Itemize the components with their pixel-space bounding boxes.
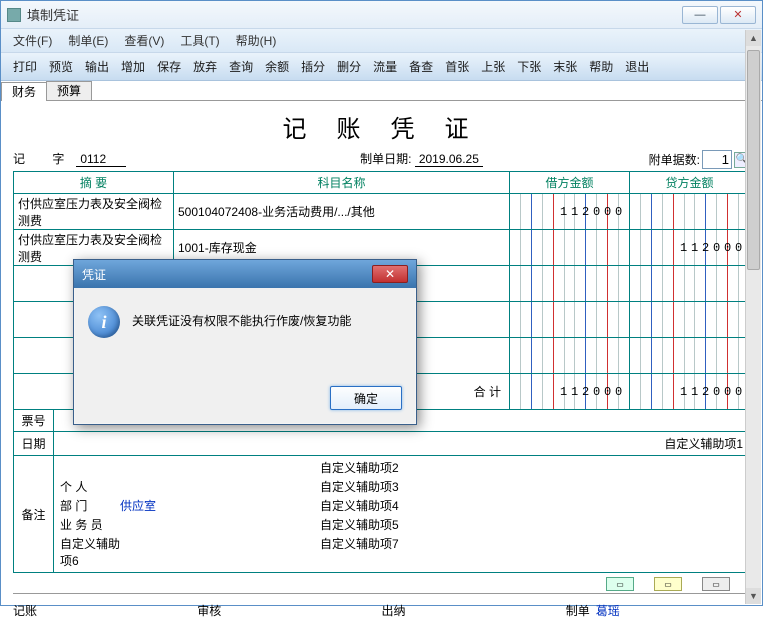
aux5: 自定义辅助项5 xyxy=(320,516,420,533)
attach-input[interactable] xyxy=(702,150,732,169)
tb-add[interactable]: 增加 xyxy=(115,56,151,77)
date-label: 制单日期: xyxy=(360,152,411,166)
sig-book: 记账 xyxy=(13,602,197,619)
th-summary: 摘 要 xyxy=(14,172,174,194)
tb-first[interactable]: 首张 xyxy=(439,56,475,77)
tb-discard[interactable]: 放弃 xyxy=(187,56,223,77)
menu-file[interactable]: 文件(F) xyxy=(5,30,60,51)
zi-value[interactable]: 0112 xyxy=(76,152,126,167)
cell-credit[interactable] xyxy=(630,266,750,302)
close-button[interactable]: ✕ xyxy=(720,6,756,24)
tb-insert[interactable]: 插分 xyxy=(295,56,331,77)
zi-label: 记 字 xyxy=(13,150,76,167)
header-row: 记 字 0112 制单日期: 2019.06.25 附单据数: 🔍 xyxy=(13,150,750,169)
bottom-meta: 票号 日期 自定义辅助项1 备注 自定义辅助项2 个 人 自定义辅助项3 xyxy=(13,410,750,573)
cell-summary[interactable]: 付供应室压力表及安全阀检测费 xyxy=(14,196,173,228)
tb-exit[interactable]: 退出 xyxy=(619,56,655,77)
scroll-down-icon[interactable]: ▼ xyxy=(746,588,761,604)
doc-title: 记 账 凭 证 xyxy=(13,105,750,150)
status-icon-2[interactable]: ▭ xyxy=(654,577,682,591)
dialog-ok-button[interactable]: 确定 xyxy=(330,386,402,410)
window-title: 填制凭证 xyxy=(27,5,680,24)
tb-save[interactable]: 保存 xyxy=(151,56,187,77)
tb-query[interactable]: 查询 xyxy=(223,56,259,77)
cell-subject[interactable]: 500104072408-业务活动费用/.../其他 xyxy=(174,196,509,228)
th-subject: 科目名称 xyxy=(174,172,510,194)
person-label: 个 人 xyxy=(60,478,120,495)
tb-delete[interactable]: 删分 xyxy=(331,56,367,77)
vertical-scrollbar[interactable]: ▲ ▼ xyxy=(745,30,761,604)
toolbar: 打印 预览 输出 增加 保存 放弃 查询 余额 插分 删分 流量 备查 首张 上… xyxy=(1,53,762,81)
biz-label: 业 务 员 xyxy=(60,516,120,533)
cell-debit[interactable] xyxy=(510,230,630,266)
cell-credit[interactable] xyxy=(630,338,750,374)
app-window: 填制凭证 — ✕ 文件(F) 制单(E) 查看(V) 工具(T) 帮助(H) 打… xyxy=(0,0,763,606)
cell-debit[interactable] xyxy=(510,266,630,302)
attach-label: 附单据数: xyxy=(649,151,700,168)
aux4: 自定义辅助项4 xyxy=(320,497,420,514)
aux7: 自定义辅助项7 xyxy=(320,535,420,569)
menu-view[interactable]: 查看(V) xyxy=(116,30,172,51)
dialog-close-button[interactable]: ✕ xyxy=(372,265,408,283)
alert-dialog: 凭证 ✕ i 关联凭证没有权限不能执行作废/恢复功能 确定 xyxy=(73,259,417,425)
dialog-message: 关联凭证没有权限不能执行作废/恢复功能 xyxy=(132,306,351,329)
cell-debit[interactable] xyxy=(510,302,630,338)
aux1: 自定义辅助项1 xyxy=(664,435,743,452)
status-icon-1[interactable]: ▭ xyxy=(606,577,634,591)
tabs: 财务 预算 xyxy=(1,81,762,101)
tab-finance[interactable]: 财务 xyxy=(1,82,47,101)
date-value[interactable]: 2019.06.25 xyxy=(415,152,483,167)
menubar: 文件(F) 制单(E) 查看(V) 工具(T) 帮助(H) xyxy=(1,29,762,53)
table-row[interactable]: 付供应室压力表及安全阀检测费500104072408-业务活动费用/.../其他… xyxy=(14,194,750,230)
footer-icons: ▭ ▭ ▭ xyxy=(13,573,750,593)
tb-print[interactable]: 打印 xyxy=(7,56,43,77)
dept-label: 部 门 xyxy=(60,497,120,514)
aux3: 自定义辅助项3 xyxy=(320,478,420,495)
sig-maker-label: 制单 xyxy=(566,604,590,618)
th-debit: 借方金额 xyxy=(510,172,630,194)
tb-help[interactable]: 帮助 xyxy=(583,56,619,77)
menu-tools[interactable]: 工具(T) xyxy=(172,30,227,51)
titlebar: 填制凭证 — ✕ xyxy=(1,1,762,29)
signature-row: 记账 审核 出纳 制单葛瑶 xyxy=(13,593,750,634)
sum-debit-cell: 112000 xyxy=(510,374,630,410)
tb-last[interactable]: 末张 xyxy=(547,56,583,77)
cell-debit[interactable] xyxy=(510,338,630,374)
dialog-title: 凭证 xyxy=(82,266,372,283)
meta-date-body[interactable]: 自定义辅助项1 xyxy=(54,432,749,455)
sig-cashier: 出纳 xyxy=(382,602,566,619)
tb-memo[interactable]: 备查 xyxy=(403,56,439,77)
remark-grid: 自定义辅助项2 个 人自定义辅助项3 部 门供应室自定义辅助项4 业 务 员自定… xyxy=(60,459,743,569)
status-icon-3[interactable]: ▭ xyxy=(702,577,730,591)
menu-make[interactable]: 制单(E) xyxy=(60,30,116,51)
info-icon: i xyxy=(88,306,120,338)
th-credit: 贷方金额 xyxy=(630,172,750,194)
sig-maker-name[interactable]: 葛瑶 xyxy=(596,604,620,618)
tab-budget[interactable]: 预算 xyxy=(46,81,92,100)
cell-debit[interactable]: 112000 xyxy=(510,194,630,230)
meta-date-label: 日期 xyxy=(14,432,54,455)
cell-credit[interactable] xyxy=(630,194,750,230)
tb-prev[interactable]: 上张 xyxy=(475,56,511,77)
sum-credit-cell: 112000 xyxy=(630,374,750,410)
app-icon xyxy=(7,8,21,22)
ticket-label: 票号 xyxy=(14,410,54,431)
scroll-thumb[interactable] xyxy=(747,50,760,270)
minimize-button[interactable]: — xyxy=(682,6,718,24)
sig-audit: 审核 xyxy=(197,602,381,619)
tb-next[interactable]: 下张 xyxy=(511,56,547,77)
remark-label: 备注 xyxy=(14,456,54,572)
tb-preview[interactable]: 预览 xyxy=(43,56,79,77)
cell-credit[interactable] xyxy=(630,302,750,338)
cell-credit[interactable]: 112000 xyxy=(630,230,750,266)
tb-flow[interactable]: 流量 xyxy=(367,56,403,77)
aux2: 自定义辅助项2 xyxy=(320,459,420,476)
menu-help[interactable]: 帮助(H) xyxy=(228,30,285,51)
aux6-label: 自定义辅助项6 xyxy=(60,535,120,569)
tb-export[interactable]: 输出 xyxy=(79,56,115,77)
scroll-up-icon[interactable]: ▲ xyxy=(746,30,761,46)
dept-value[interactable]: 供应室 xyxy=(120,497,320,514)
tb-balance[interactable]: 余额 xyxy=(259,56,295,77)
